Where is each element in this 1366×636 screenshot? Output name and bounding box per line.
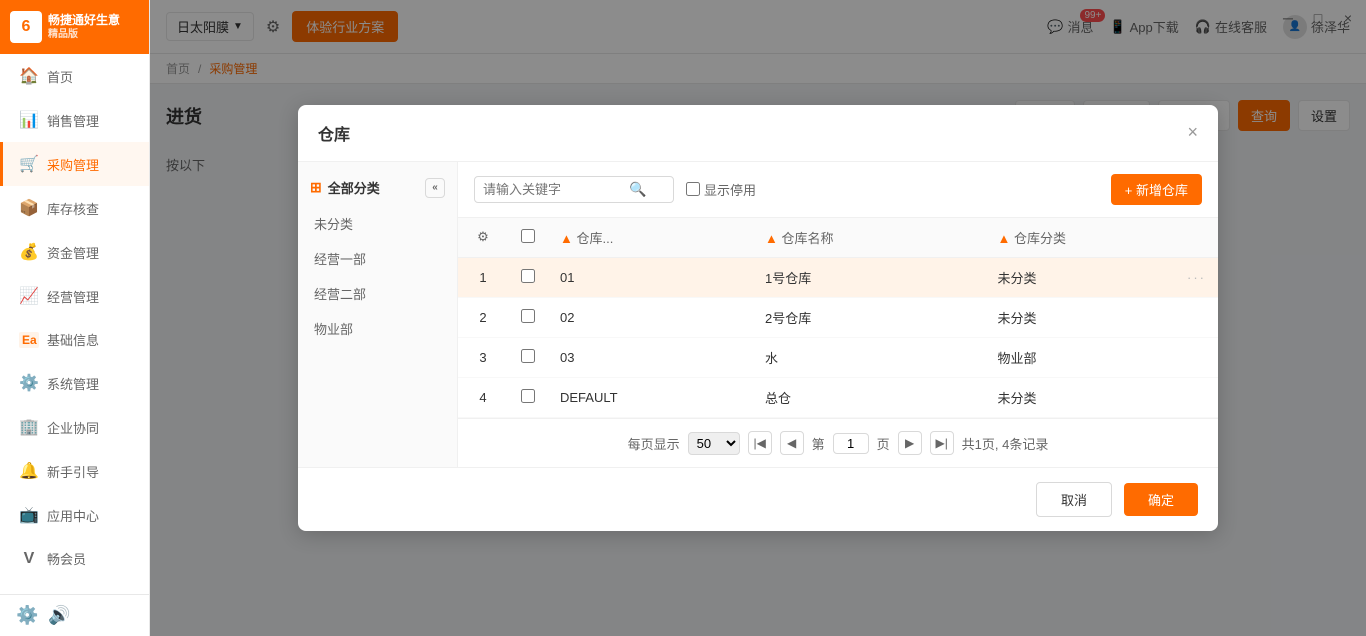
sidebar-item-purchase[interactable]: 🛒 采购管理: [0, 142, 149, 186]
logo-icon: 6: [10, 11, 42, 43]
modal-close-button[interactable]: ×: [1187, 122, 1198, 143]
col-category: ▲ 仓库分类: [985, 218, 1218, 258]
col-name: ▲ 仓库名称: [753, 218, 986, 258]
col-code: ▲ 仓库...: [548, 218, 753, 258]
row-num: 1: [458, 257, 508, 298]
table-row[interactable]: 3 03 水 物业部: [458, 338, 1218, 378]
select-all-checkbox[interactable]: [521, 229, 535, 243]
show-disabled-checkbox[interactable]: [686, 182, 700, 196]
grid-icon: ⊞: [310, 179, 322, 196]
row-category: 未分类: [985, 378, 1218, 418]
row-name: 总仓: [753, 378, 986, 418]
col-num: ⚙: [458, 218, 508, 258]
sidebar-item-guide[interactable]: 🔔 新手引导: [0, 449, 149, 493]
row-code: DEFAULT: [548, 378, 753, 418]
modal-title: 仓库: [318, 121, 350, 145]
sidebar-item-system[interactable]: ⚙️ 系统管理: [0, 361, 149, 405]
warehouse-modal: 仓库 × ⊞ 全部分类 « 未分类 经营一部 经营二部 物业部: [298, 105, 1218, 532]
modal-sidebar: ⊞ 全部分类 « 未分类 经营一部 经营二部 物业部: [298, 162, 458, 468]
row-category: 物业部: [985, 338, 1218, 378]
sidebar-item-inventory[interactable]: 📦 库存核查: [0, 186, 149, 230]
row-checkbox[interactable]: [508, 378, 548, 418]
sidebar-bottom: ⚙️ 🔊: [0, 594, 149, 636]
sidebar-item-basic[interactable]: Ea 基础信息: [0, 318, 149, 361]
search-input[interactable]: [483, 182, 623, 197]
modal-sidebar-item-uncategorized[interactable]: 未分类: [298, 206, 457, 241]
modal-search-bar: 🔍 显示停用 + 新增仓库: [458, 162, 1218, 218]
modal-header: 仓库 ×: [298, 105, 1218, 162]
purchase-icon: 🛒: [19, 154, 39, 174]
modal-content-area: 🔍 显示停用 + 新增仓库 ⚙: [458, 162, 1218, 468]
next-page-button[interactable]: ▶: [898, 431, 922, 455]
row-actions-icon[interactable]: ···: [1187, 270, 1206, 285]
collapse-button[interactable]: «: [425, 178, 445, 198]
app-logo: 6 畅捷通好生意 精品版: [0, 0, 149, 54]
sidebar-item-operations[interactable]: 📈 经营管理: [0, 274, 149, 318]
modal-sidebar-item-dept1[interactable]: 经营一部: [298, 241, 457, 276]
operations-icon: 📈: [19, 286, 39, 306]
modal-table: ⚙ ▲ 仓库... ▲ 仓库名称: [458, 218, 1218, 419]
row-name: 水: [753, 338, 986, 378]
settings-gear-icon[interactable]: ⚙️: [16, 605, 38, 626]
row-num: 3: [458, 338, 508, 378]
sidebar-item-appcenter[interactable]: 📺 应用中心: [0, 493, 149, 537]
sidebar-item-home[interactable]: 🏠 首页: [0, 54, 149, 98]
guide-icon: 🔔: [19, 461, 39, 481]
confirm-button[interactable]: 确定: [1124, 483, 1198, 516]
row-checkbox[interactable]: [508, 257, 548, 298]
enterprise-icon: 🏢: [19, 417, 39, 437]
home-icon: 🏠: [19, 66, 39, 86]
row-code: 02: [548, 298, 753, 338]
modal-sidebar-item-dept2[interactable]: 经营二部: [298, 276, 457, 311]
row-name: 1号仓库: [753, 257, 986, 298]
row-code: 01: [548, 257, 753, 298]
basic-icon: Ea: [19, 332, 39, 348]
row-category: 未分类: [985, 298, 1218, 338]
row-checkbox[interactable]: [508, 338, 548, 378]
sidebar-item-enterprise[interactable]: 🏢 企业协同: [0, 405, 149, 449]
system-icon: ⚙️: [19, 373, 39, 393]
sidebar-item-sales[interactable]: 📊 销售管理: [0, 98, 149, 142]
sales-icon: 📊: [19, 110, 39, 130]
last-page-button[interactable]: ▶|: [930, 431, 954, 455]
modal-sidebar-item-property[interactable]: 物业部: [298, 311, 457, 346]
sidebar-item-capital[interactable]: 💰 资金管理: [0, 230, 149, 274]
search-icon: 🔍: [629, 181, 646, 198]
modal-body: ⊞ 全部分类 « 未分类 经营一部 经营二部 物业部 🔍: [298, 162, 1218, 468]
appcenter-icon: 📺: [19, 505, 39, 525]
modal-sidebar-header: ⊞ 全部分类 «: [298, 170, 457, 206]
capital-icon: 💰: [19, 242, 39, 262]
add-warehouse-button[interactable]: + 新增仓库: [1111, 174, 1202, 205]
table-row[interactable]: 1 01 1号仓库 未分类 ···: [458, 257, 1218, 298]
search-input-wrap[interactable]: 🔍: [474, 176, 674, 203]
show-disabled-label[interactable]: 显示停用: [686, 180, 756, 199]
col-checkbox: [508, 218, 548, 258]
per-page-select[interactable]: 50 20 100: [688, 432, 740, 455]
main-area: 日太阳膜 ▼ ⚙ 体验行业方案 💬 消息 99+ 📱 App下载 🎧 在线客服 …: [150, 0, 1366, 636]
row-num: 4: [458, 378, 508, 418]
row-num: 2: [458, 298, 508, 338]
modal-overlay: 仓库 × ⊞ 全部分类 « 未分类 经营一部 经营二部 物业部: [150, 0, 1366, 636]
sound-icon[interactable]: 🔊: [48, 605, 70, 626]
row-name: 2号仓库: [753, 298, 986, 338]
sidebar-nav: 🏠 首页 📊 销售管理 🛒 采购管理 📦 库存核查 💰 资金管理 📈 经营管理 …: [0, 54, 149, 594]
first-page-button[interactable]: |◀: [748, 431, 772, 455]
page-number-input[interactable]: [833, 433, 869, 454]
sidebar: 6 畅捷通好生意 精品版 🏠 首页 📊 销售管理 🛒 采购管理 📦 库存核查 💰…: [0, 0, 150, 636]
row-checkbox[interactable]: [508, 298, 548, 338]
row-code: 03: [548, 338, 753, 378]
logo-text: 畅捷通好生意 精品版: [48, 12, 120, 43]
table-row[interactable]: 4 DEFAULT 总仓 未分类: [458, 378, 1218, 418]
inventory-icon: 📦: [19, 198, 39, 218]
cancel-button[interactable]: 取消: [1036, 482, 1112, 517]
modal-footer: 取消 确定: [298, 467, 1218, 531]
table-row[interactable]: 2 02 2号仓库 未分类: [458, 298, 1218, 338]
sidebar-item-member[interactable]: V 畅会员: [0, 537, 149, 580]
row-category: 未分类 ···: [985, 258, 1218, 298]
pagination: 每页显示 50 20 100 |◀ ◀ 第 页 ▶ ▶| 共1页, 4: [458, 418, 1218, 467]
prev-page-button[interactable]: ◀: [780, 431, 804, 455]
member-icon: V: [19, 550, 39, 568]
